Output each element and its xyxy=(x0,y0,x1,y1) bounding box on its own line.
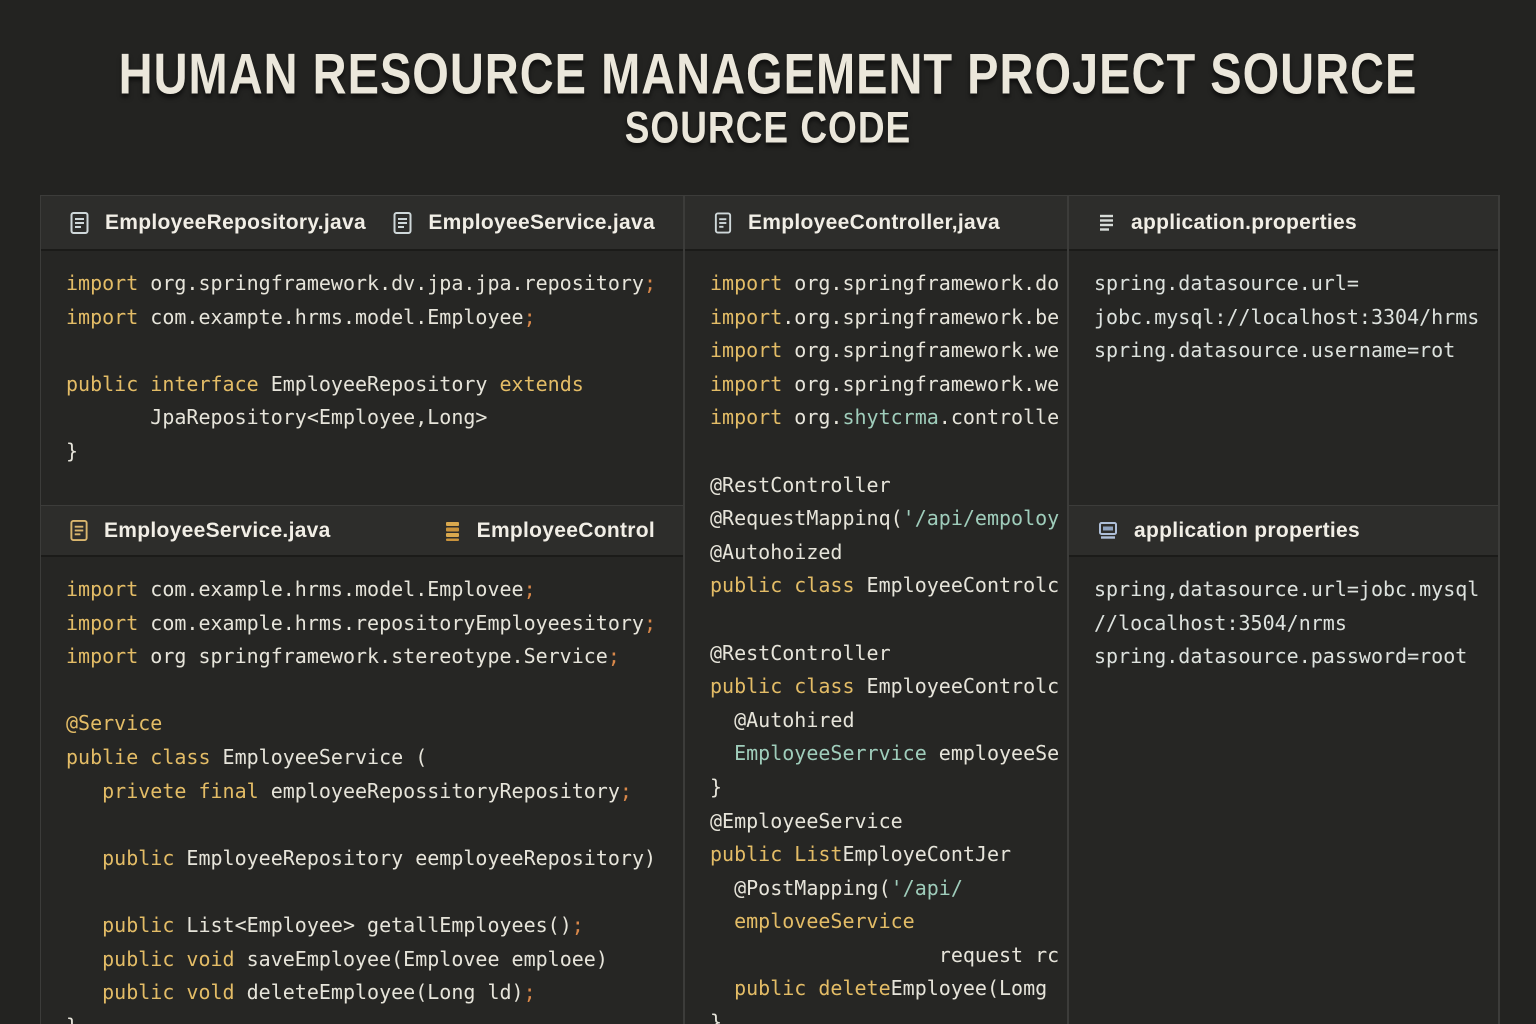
tab-label: application properties xyxy=(1134,518,1360,542)
code-line: public void saveEmployee(Emplovee emploe… xyxy=(66,946,608,971)
file-icon xyxy=(713,211,733,235)
code-line: public vold deleteEmployee(Long ld); xyxy=(66,980,536,1005)
code-line: public List<Employee> getallEmployees(); xyxy=(66,912,584,937)
tabbar-service: EmployeeService.java EmployeeControl xyxy=(41,505,683,557)
title-block: HUMAN RESOURCE MANAGEMENT PROJECT SOURCE… xyxy=(0,0,1536,152)
editor-grid: EmployeeRepository.java EmployeeService.… xyxy=(40,195,1500,1024)
tab-label: EmployeeService.java xyxy=(428,210,655,234)
code-line: import org springframework.stereotype.Se… xyxy=(66,644,620,669)
code-line: import org.springframework.we xyxy=(710,338,1060,363)
tab-label: EmployeeController,java xyxy=(748,210,1000,234)
code-line: } xyxy=(710,774,723,799)
page-subtitle: SOURCE CODE xyxy=(624,102,912,152)
code-line: @Autohired xyxy=(710,707,855,732)
code-line: public ListEmployeContJer xyxy=(710,842,1012,867)
tabbar-repository: EmployeeRepository.java EmployeeService.… xyxy=(41,196,683,251)
tab-label: EmployeeService.java xyxy=(104,518,331,542)
code-line: request rc xyxy=(710,942,1060,967)
code-line: import org.shytcrma.controlle xyxy=(710,405,1060,430)
code-line: public class EmployeeControlc xyxy=(710,674,1060,699)
code-employee-repository: import org.springframework.dv.jpa.jpa.re… xyxy=(41,251,683,498)
tab-label: EmployeeRepository.java xyxy=(105,210,366,234)
page-title: HUMAN RESOURCE MANAGEMENT PROJECT SOURCE xyxy=(118,41,1418,106)
code-line: @PostMapping('/api/ xyxy=(710,875,963,900)
code-line: @Autohoized xyxy=(710,539,843,564)
list-icon xyxy=(1097,212,1116,234)
code-line: import com.exampte.hrms.model.Employee; xyxy=(66,304,536,329)
code-line: jobc.mysql://localhost:3304/hrms xyxy=(1094,304,1480,329)
code-line: import.org.springframework.be xyxy=(710,304,1060,329)
code-employee-controller: import org.springframework.do import.org.… xyxy=(685,251,1067,1024)
code-line: } xyxy=(710,1010,723,1024)
code-line: @RestController xyxy=(710,472,891,497)
tab-application-properties-2[interactable]: application properties xyxy=(1097,519,1360,543)
tab-employee-controller[interactable]: EmployeeController,java xyxy=(713,211,1000,235)
tabbar-properties-2: application properties xyxy=(1069,505,1498,557)
tabbar-properties-1: application.properties xyxy=(1069,196,1498,251)
panel-left: EmployeeRepository.java EmployeeService.… xyxy=(40,196,683,1024)
code-line: JpaRepository<Employee,Long> xyxy=(66,405,488,430)
code-line: privete final employeeRepossitoryReposit… xyxy=(66,778,632,803)
poster: HUMAN RESOURCE MANAGEMENT PROJECT SOURCE… xyxy=(0,0,1536,1024)
code-line: } xyxy=(66,1010,683,1024)
code-line: import org.springframework.we xyxy=(710,371,1060,396)
code-line: import org.springframework.dv.jpa.jpa.re… xyxy=(66,271,657,295)
screen-icon xyxy=(1097,520,1119,542)
code-line: public class EmployeeControlc xyxy=(710,573,1060,598)
stack-icon xyxy=(444,519,462,543)
code-line: public deleteEmployee(Lomg xyxy=(710,976,1048,1001)
file-icon xyxy=(392,211,413,235)
code-line: //localhost:3504/nrms xyxy=(1094,610,1347,635)
tab-label: EmployeeControl xyxy=(476,518,655,542)
tab-label: application.properties xyxy=(1131,210,1357,234)
code-line: spring.datasource.username=rot xyxy=(1094,338,1456,363)
code-line: spring.datasource.password=root xyxy=(1094,644,1468,669)
tab-employee-service-top[interactable]: EmployeeService.java xyxy=(392,211,655,235)
code-properties-1: spring.datasource.url= jobc.mysql://local… xyxy=(1069,251,1498,498)
code-line: EmployeeSerrvice employeeSe xyxy=(710,741,1060,766)
code-line: @Service xyxy=(66,711,163,736)
tab-application-properties-1[interactable]: application.properties xyxy=(1097,211,1357,235)
panel-controller: EmployeeController,java import org.sprin… xyxy=(683,196,1067,1024)
code-line: publie class EmployeeService ( xyxy=(66,744,428,769)
code-line: emploveeService xyxy=(710,909,915,934)
code-line: import org.springframework.do xyxy=(710,271,1060,295)
tab-employee-control[interactable]: EmployeeControl xyxy=(444,519,655,543)
tabbar-controller: EmployeeController,java xyxy=(685,196,1067,251)
code-line: import com.example.hrms.model.Emplovee; xyxy=(66,577,536,601)
code-properties-2: spring,datasource.url=jobc.mysql //localh… xyxy=(1069,557,1498,1024)
code-line: } xyxy=(66,438,79,463)
code-line: @EmployeeService xyxy=(710,808,903,833)
code-line: @RequestMappinq('/api/empoloy xyxy=(710,506,1060,531)
code-line: spring,datasource.url=jobc.mysql xyxy=(1094,577,1480,601)
code-line: import com.example.hrms.repositoryEmploy… xyxy=(66,610,657,635)
panel-properties: application.properties spring.datasource… xyxy=(1067,196,1500,1024)
file-icon xyxy=(69,211,90,235)
code-line: @RestController xyxy=(710,640,891,665)
code-employee-service: import com.example.hrms.model.Emplovee; i… xyxy=(41,557,683,1024)
tab-employee-repository[interactable]: EmployeeRepository.java xyxy=(69,211,366,235)
code-line: spring.datasource.url= xyxy=(1094,271,1359,295)
tab-employee-service[interactable]: EmployeeService.java xyxy=(69,519,331,543)
code-line: public EmployeeRepository eemployeeRepos… xyxy=(66,845,657,870)
code-line: public interface EmployeeRepository exte… xyxy=(66,371,584,396)
file-icon xyxy=(69,519,89,542)
